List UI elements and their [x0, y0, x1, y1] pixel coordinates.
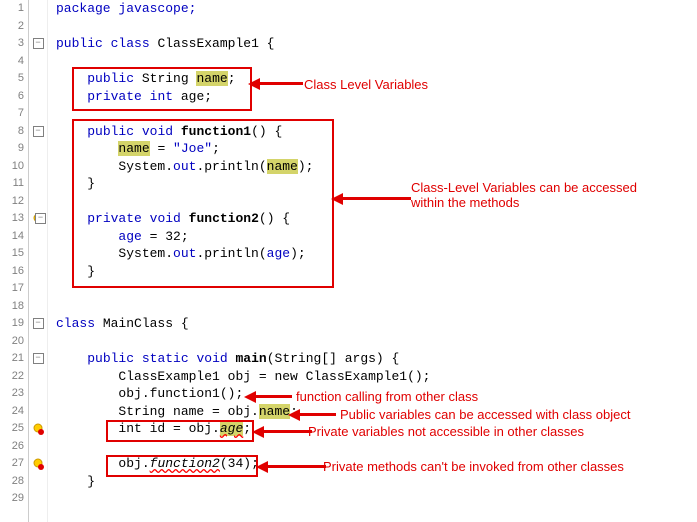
code-line: package javascope; [56, 0, 697, 18]
ln: 26 [0, 438, 28, 456]
ln: 19 [0, 315, 28, 333]
code-line: obj.function1(); [56, 385, 697, 403]
ln: 20 [0, 333, 28, 351]
code-line: class MainClass { [56, 315, 697, 333]
fold-toggle-icon[interactable]: − [33, 126, 44, 137]
code-line [56, 333, 697, 351]
fold-toggle-icon[interactable]: − [33, 318, 44, 329]
code-line [56, 105, 697, 123]
code-line: System.out.println(name); [56, 158, 697, 176]
code-line [56, 280, 697, 298]
ln: 7 [0, 105, 28, 123]
ln: 4 [0, 53, 28, 71]
fold-toggle-icon[interactable]: − [33, 38, 44, 49]
ln: 9 [0, 140, 28, 158]
code-line: int id = obj.age; [56, 420, 697, 438]
error-bulb-icon[interactable] [32, 458, 44, 470]
ln: 17 [0, 280, 28, 298]
ln: 18 [0, 298, 28, 316]
code-line: ClassExample1 obj = new ClassExample1(); [56, 368, 697, 386]
ln: 15 [0, 245, 28, 263]
ln: 21 [0, 350, 28, 368]
ln: 8 [0, 123, 28, 141]
fold-toggle-icon[interactable]: − [33, 353, 44, 364]
fold-toggle-icon[interactable]: − [35, 213, 46, 224]
ln: 5 [0, 70, 28, 88]
ln: 1 [0, 0, 28, 18]
ln: 25 [0, 420, 28, 438]
ln: 3 [0, 35, 28, 53]
ln: 12 [0, 193, 28, 211]
code-line: System.out.println(age); [56, 245, 697, 263]
code-line: public static void main(String[] args) { [56, 350, 697, 368]
code-line: } [56, 473, 697, 491]
code-line [56, 438, 697, 456]
code-line: name = "Joe"; [56, 140, 697, 158]
ln: 14 [0, 228, 28, 246]
ln: 16 [0, 263, 28, 281]
ln: 10 [0, 158, 28, 176]
code-line [56, 298, 697, 316]
code-line: } [56, 175, 697, 193]
code-line [56, 490, 697, 508]
code-line: public class ClassExample1 { [56, 35, 697, 53]
ln: 29 [0, 490, 28, 508]
code-line: private int age; [56, 88, 697, 106]
code-line: age = 32; [56, 228, 697, 246]
ln: 28 [0, 473, 28, 491]
code-line: obj.function2(34); [56, 455, 697, 473]
code-line: } [56, 263, 697, 281]
code-line: public String name; [56, 70, 697, 88]
fold-gutter: − − − − − [29, 0, 48, 522]
code-line [56, 18, 697, 36]
code-area[interactable]: package javascope; public class ClassExa… [48, 0, 697, 522]
editor-container: 1 2 3 4 5 6 7 8 9 10 11 12 13 14 15 16 1… [0, 0, 697, 522]
ln: 13 [0, 210, 28, 228]
ln: 2 [0, 18, 28, 36]
ln: 6 [0, 88, 28, 106]
ln: 27 [0, 455, 28, 473]
ln: 11 [0, 175, 28, 193]
code-line: public void function1() { [56, 123, 697, 141]
ln: 23 [0, 385, 28, 403]
ln: 24 [0, 403, 28, 421]
code-line [56, 53, 697, 71]
code-line: private void function2() { [56, 210, 697, 228]
code-line: String name = obj.name; [56, 403, 697, 421]
ln: 22 [0, 368, 28, 386]
code-line [56, 193, 697, 211]
line-number-gutter: 1 2 3 4 5 6 7 8 9 10 11 12 13 14 15 16 1… [0, 0, 29, 522]
error-bulb-icon[interactable] [32, 423, 44, 435]
